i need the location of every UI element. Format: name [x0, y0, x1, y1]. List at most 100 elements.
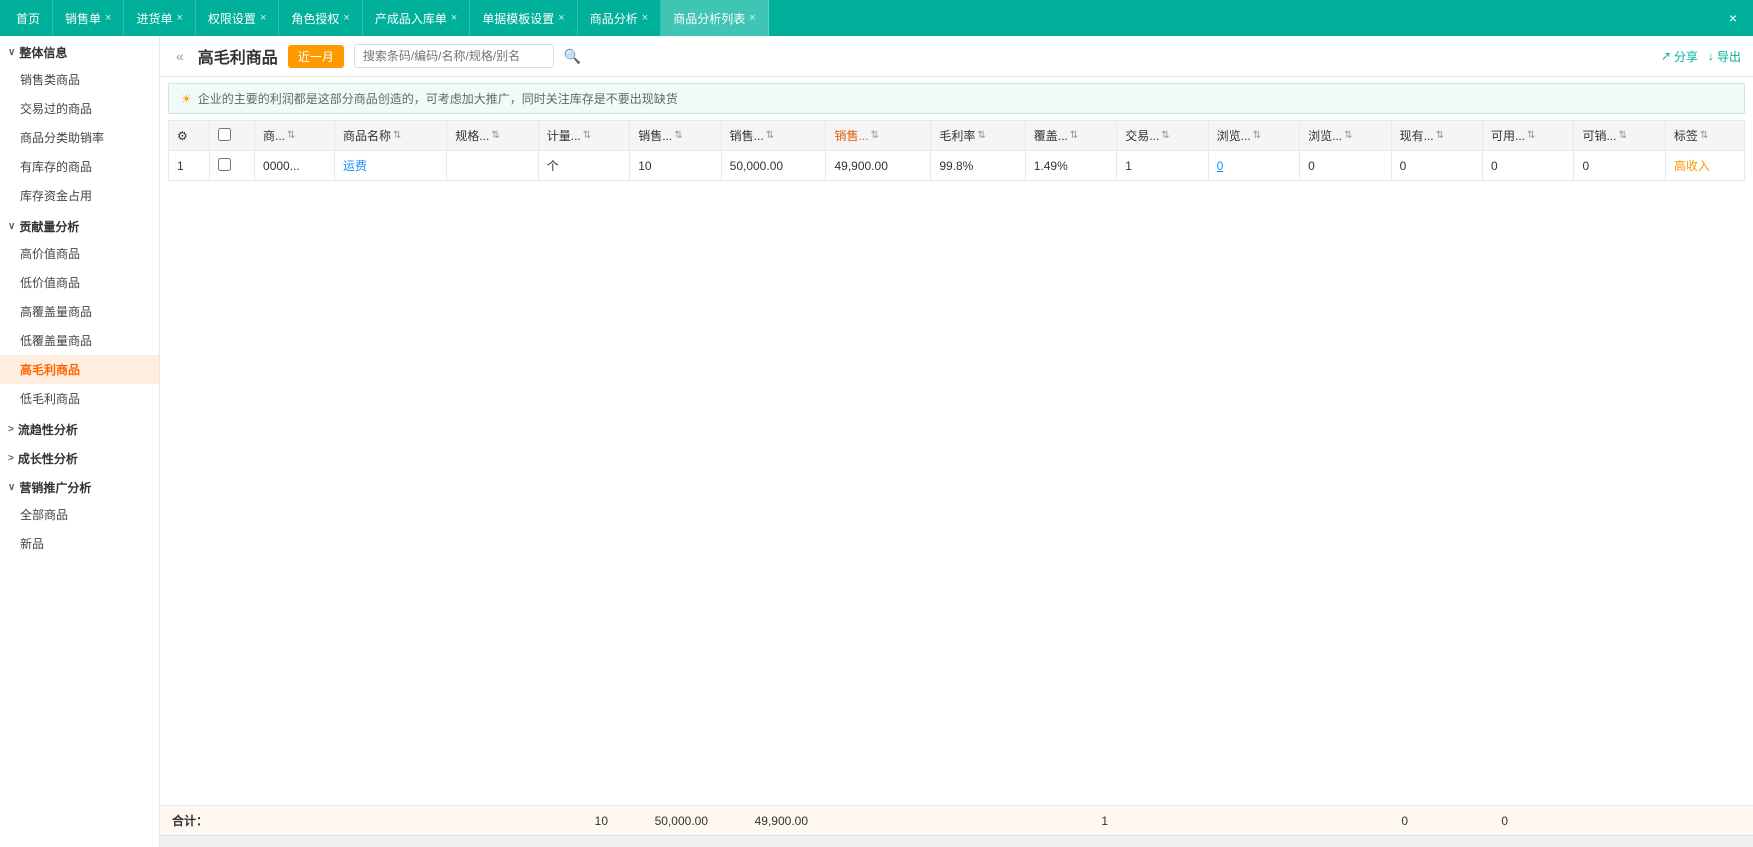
tip-icon: ☀: [181, 92, 192, 106]
sidebar-item-traded-goods[interactable]: 交易过的商品: [0, 94, 159, 123]
close-role-tab[interactable]: ×: [343, 12, 349, 24]
close-product-analysis-tab[interactable]: ×: [642, 12, 648, 24]
tip-text: 企业的主要的利润都是这部分商品创造的，可考虑加大推广，同时关注库存是不要出现缺货: [198, 90, 678, 107]
row-current: 0: [1391, 151, 1482, 181]
sidebar-collapse-button[interactable]: «: [172, 46, 188, 66]
row-checkbox[interactable]: [210, 151, 255, 181]
col-coverage[interactable]: 覆盖... ⇅: [1025, 121, 1116, 151]
col-spec[interactable]: 规格... ⇅: [447, 121, 538, 151]
col-sales3[interactable]: 销售... ⇅: [826, 121, 931, 151]
col-name[interactable]: 商品名称 ⇅: [335, 121, 447, 151]
sidebar-item-high-margin[interactable]: 高毛利商品: [0, 355, 159, 384]
sidebar-group-flow[interactable]: > 流趋性分析: [0, 413, 159, 442]
row-sellable: 0: [1574, 151, 1665, 181]
content-header: « 高毛利商品 近一月 🔍 ↗ 分享 ↓ 导出: [160, 36, 1753, 77]
row-select-checkbox[interactable]: [218, 158, 231, 171]
sidebar-item-in-stock[interactable]: 有库存的商品: [0, 152, 159, 181]
browse1-link[interactable]: 0: [1217, 159, 1224, 173]
tab-sales[interactable]: 销售单 ×: [53, 0, 124, 36]
sidebar-group-growth[interactable]: > 成长性分析: [0, 442, 159, 471]
col-checkbox[interactable]: [210, 121, 255, 151]
settings-icon: ⚙: [177, 129, 188, 143]
sidebar-group-marketing[interactable]: ∨ 营销推广分析: [0, 471, 159, 500]
export-icon: ↓: [1708, 49, 1714, 63]
row-browse1[interactable]: 0: [1208, 151, 1299, 181]
sidebar-item-low-coverage[interactable]: 低覆盖量商品: [0, 326, 159, 355]
footer-transaction: 1: [1028, 814, 1108, 828]
close-template-tab[interactable]: ×: [558, 12, 564, 24]
close-purchase-tab[interactable]: ×: [176, 12, 182, 24]
tab-template[interactable]: 单据模板设置 ×: [470, 0, 577, 36]
tab-permission[interactable]: 权限设置 ×: [196, 0, 279, 36]
col-sellable[interactable]: 可销... ⇅: [1574, 121, 1665, 151]
row-browse2: 0: [1300, 151, 1391, 181]
row-available: 0: [1483, 151, 1574, 181]
col-sales2[interactable]: 销售... ⇅: [721, 121, 826, 151]
col-current[interactable]: 现有... ⇅: [1391, 121, 1482, 151]
sidebar-item-high-coverage[interactable]: 高覆盖量商品: [0, 297, 159, 326]
select-all-checkbox[interactable]: [218, 128, 231, 141]
table-header-row: ⚙ 商... ⇅ 商品名称: [169, 121, 1745, 151]
table-row: 1 0000... 运费 个 10 50,000.00 49,900.00 99…: [169, 151, 1745, 181]
share-button[interactable]: ↗ 分享: [1661, 48, 1698, 65]
col-transaction[interactable]: 交易... ⇅: [1117, 121, 1208, 151]
col-unit[interactable]: 计量... ⇅: [538, 121, 629, 151]
horizontal-scrollbar[interactable]: [160, 835, 1753, 847]
tab-home[interactable]: 首页: [4, 0, 53, 36]
sort-current-icon: ⇅: [1436, 130, 1444, 141]
row-tag: 高收入: [1665, 151, 1744, 181]
sidebar-group-overall[interactable]: ∨ 整体信息: [0, 36, 159, 65]
row-gross-rate: 99.8%: [931, 151, 1025, 181]
sidebar: ∨ 整体信息 销售类商品 交易过的商品 商品分类助销率 有库存的商品 库存资金占…: [0, 36, 160, 847]
tab-purchase[interactable]: 进货单 ×: [124, 0, 195, 36]
sidebar-item-sales-goods[interactable]: 销售类商品: [0, 65, 159, 94]
close-product-inbound-tab[interactable]: ×: [451, 12, 457, 24]
sidebar-item-stock-capital[interactable]: 库存资金占用: [0, 181, 159, 210]
row-name[interactable]: 运费: [335, 151, 447, 181]
col-tag[interactable]: 标签 ⇅: [1665, 121, 1744, 151]
sidebar-item-low-margin[interactable]: 低毛利商品: [0, 384, 159, 413]
search-input[interactable]: [354, 44, 554, 68]
footer-available: 0: [1428, 814, 1508, 828]
tab-role[interactable]: 角色授权 ×: [279, 0, 362, 36]
export-button[interactable]: ↓ 导出: [1708, 48, 1741, 65]
footer-current: 0: [1328, 814, 1408, 828]
close-permission-tab[interactable]: ×: [260, 12, 266, 24]
row-sales2: 50,000.00: [721, 151, 826, 181]
tab-product-analysis-list[interactable]: 商品分析列表 ×: [661, 0, 768, 36]
close-product-analysis-list-tab[interactable]: ×: [749, 12, 755, 24]
filter-button[interactable]: 近一月: [288, 45, 344, 68]
sidebar-item-category-rate[interactable]: 商品分类助销率: [0, 123, 159, 152]
sort-transaction-icon: ⇅: [1161, 130, 1169, 141]
sort-spec-icon: ⇅: [491, 130, 499, 141]
sidebar-item-high-value[interactable]: 高价值商品: [0, 239, 159, 268]
col-browse2[interactable]: 浏览... ⇅: [1300, 121, 1391, 151]
arrow-contribution: ∨: [8, 221, 15, 232]
sidebar-group-contribution[interactable]: ∨ 贡献量分析: [0, 210, 159, 239]
sidebar-item-low-value[interactable]: 低价值商品: [0, 268, 159, 297]
close-window-button[interactable]: ×: [1717, 10, 1749, 26]
col-gross-rate[interactable]: 毛利率 ⇅: [931, 121, 1025, 151]
tip-bar: ☀ 企业的主要的利润都是这部分商品创造的，可考虑加大推广，同时关注库存是不要出现…: [168, 83, 1745, 114]
sort-sales3-icon: ⇅: [871, 130, 879, 141]
footer-sales1: 10: [528, 814, 608, 828]
sidebar-item-all-goods[interactable]: 全部商品: [0, 500, 159, 529]
sort-tag-icon: ⇅: [1700, 130, 1708, 141]
row-unit: 个: [538, 151, 629, 181]
tab-product-analysis[interactable]: 商品分析 ×: [578, 0, 661, 36]
col-sales1[interactable]: 销售... ⇅: [630, 121, 721, 151]
row-sales1: 10: [630, 151, 721, 181]
sort-sales1-icon: ⇅: [674, 130, 682, 141]
tab-product-inbound[interactable]: 产成品入库单 ×: [363, 0, 470, 36]
share-icon: ↗: [1661, 49, 1671, 63]
col-available[interactable]: 可用... ⇅: [1483, 121, 1574, 151]
table-footer: 合计： 10 50,000.00 49,900.00 1 0 0: [160, 805, 1753, 835]
table-container: ⚙ 商... ⇅ 商品名称: [160, 120, 1753, 805]
col-settings[interactable]: ⚙: [169, 121, 210, 151]
search-button[interactable]: 🔍: [564, 48, 581, 65]
sidebar-item-new-goods[interactable]: 新品: [0, 529, 159, 558]
col-code[interactable]: 商... ⇅: [255, 121, 335, 151]
arrow-flow: >: [8, 424, 14, 435]
close-sales-tab[interactable]: ×: [105, 12, 111, 24]
col-browse1[interactable]: 浏览... ⇅: [1208, 121, 1299, 151]
